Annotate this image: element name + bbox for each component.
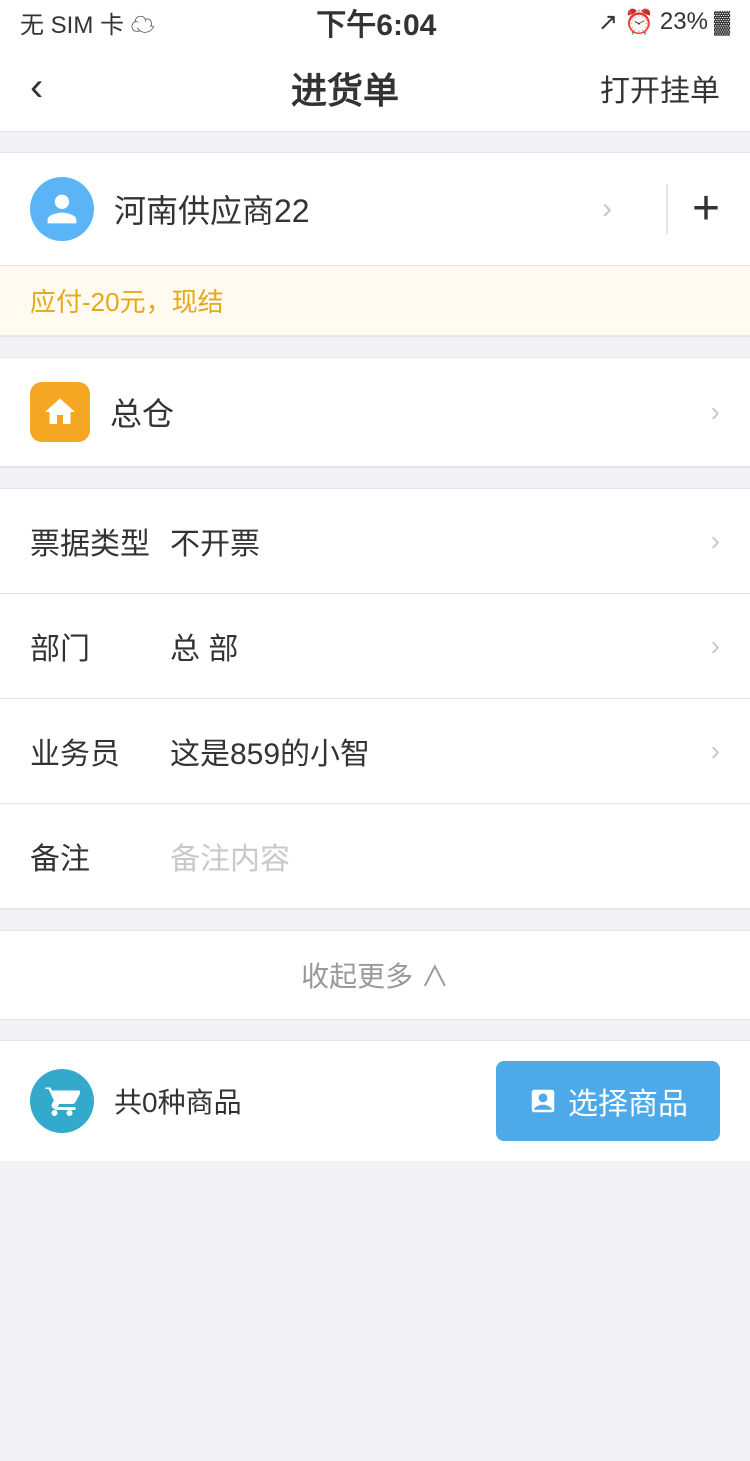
warehouse-row[interactable]: 总仓 › [0,358,750,467]
supplier-name: 河南供应商22 [114,186,602,232]
warehouse-icon [30,382,90,442]
department-chevron-icon: › [711,630,720,662]
signal-text: 无 SIM 卡 ☁ [20,5,155,40]
department-label: 部门 [30,624,170,668]
salesperson-chevron-icon: › [711,735,720,767]
salesperson-row[interactable]: 业务员 这是859的小智 › [0,699,750,804]
home-icon [42,394,78,430]
product-count-label: 共0种商品 [114,1081,476,1121]
warehouse-section: 总仓 › [0,357,750,468]
invoice-type-row[interactable]: 票据类型 不开票 › [0,489,750,594]
select-product-label: 选择商品 [568,1079,688,1123]
remark-label: 备注 [30,834,170,878]
status-left: 无 SIM 卡 ☁ [20,5,155,40]
cart-icon [44,1083,80,1119]
battery-icon: ▓ [714,9,730,35]
battery-text: 23% [660,8,708,36]
invoice-type-label: 票据类型 [30,519,170,563]
location-icon: ↗ [598,8,618,37]
supplier-divider [666,184,668,234]
status-bar: 无 SIM 卡 ☁ 下午6:04 ↗ ⏰ 23% ▓ [0,0,750,44]
product-icon [30,1069,94,1133]
department-row[interactable]: 部门 总 部 › [0,594,750,699]
gap-4 [0,910,750,930]
status-time: 下午6:04 [316,0,436,44]
back-button[interactable]: ‹ [30,65,90,110]
invoice-type-value: 不开票 [170,519,711,563]
select-product-icon [528,1086,558,1116]
supplier-chevron-icon: › [602,192,612,226]
open-pending-button[interactable]: 打开挂单 [600,66,720,110]
gap-5 [0,1020,750,1040]
person-icon [44,191,80,227]
page-title: 进货单 [291,62,399,114]
salesperson-label: 业务员 [30,729,170,773]
supplier-row[interactable]: 河南供应商22 › + [0,153,750,266]
remark-row[interactable]: 备注 备注内容 [0,804,750,909]
notice-bar: 应付-20元，现结 [0,266,750,336]
select-product-button[interactable]: 选择商品 [496,1061,720,1141]
warehouse-name: 总仓 [110,389,711,435]
salesperson-value: 这是859的小智 [170,729,711,773]
warehouse-chevron-icon: › [711,396,720,428]
alarm-icon: ⏰ [624,8,654,37]
bottom-bar: 共0种商品 选择商品 [0,1040,750,1161]
invoice-type-chevron-icon: › [711,525,720,557]
gap-2 [0,337,750,357]
supplier-avatar [30,177,94,241]
page-background [0,1161,750,1461]
form-section: 票据类型 不开票 › 部门 总 部 › 业务员 这是859的小智 › 备注 备注… [0,488,750,910]
remark-input[interactable]: 备注内容 [170,834,720,878]
add-supplier-button[interactable]: + [692,185,720,233]
collapse-button[interactable]: 收起更多 ∧ [0,930,750,1020]
gap-3 [0,468,750,488]
supplier-section: 河南供应商22 › + 应付-20元，现结 [0,152,750,337]
nav-bar: ‹ 进货单 打开挂单 [0,44,750,132]
status-right: ↗ ⏰ 23% ▓ [598,8,730,37]
department-value: 总 部 [170,624,711,668]
gap-1 [0,132,750,152]
